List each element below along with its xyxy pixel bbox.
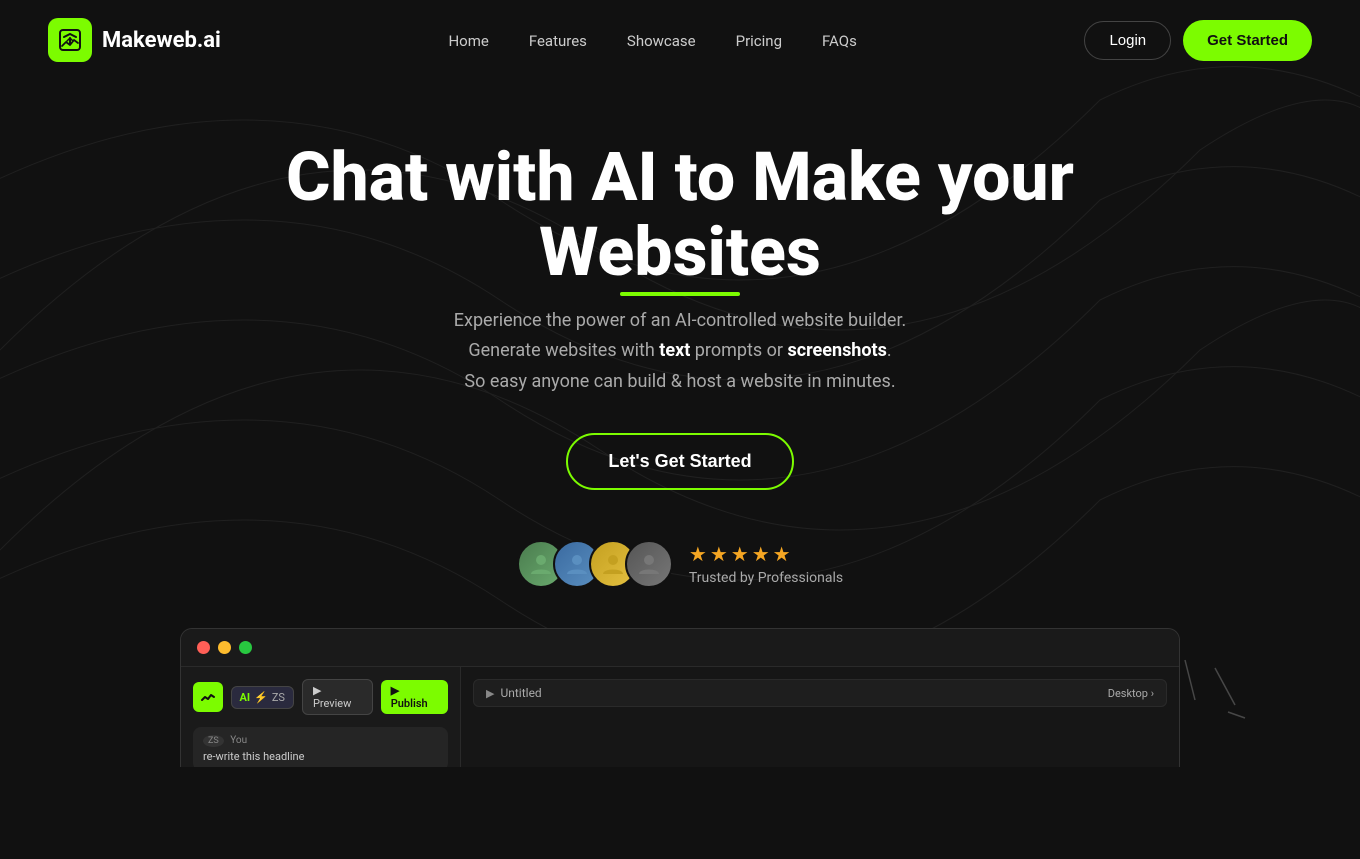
play-icon: ▶ <box>486 687 494 700</box>
traffic-light-green <box>239 641 252 654</box>
bolt-icon: ⚡ <box>254 691 268 704</box>
app-titlebar <box>181 629 1179 667</box>
nav-faqs[interactable]: FAQs <box>822 32 857 50</box>
hero-title-highlight: Websites <box>539 215 821 290</box>
main-bar-desktop: Desktop › <box>1108 687 1154 700</box>
nav-pricing[interactable]: Pricing <box>736 32 782 50</box>
app-main-bar: ▶ Untitled Desktop › <box>473 679 1167 707</box>
publish-btn[interactable]: ▶ Publish <box>381 680 448 714</box>
avatar-group <box>517 540 673 588</box>
nav-features[interactable]: Features <box>529 32 587 50</box>
subtitle-line2-post: . <box>887 340 892 361</box>
publish-label: ▶ Publish <box>391 684 438 710</box>
main-bar-title: ▶ Untitled <box>486 686 542 700</box>
nav-showcase[interactable]: Showcase <box>627 32 696 50</box>
app-main: ▶ Untitled Desktop › <box>461 667 1179 767</box>
trusted-text: Trusted by Professionals <box>689 570 843 586</box>
logo-icon <box>48 18 92 62</box>
subtitle-line2-mid: prompts or <box>690 340 787 361</box>
chat-user-label: ZS You <box>203 735 438 746</box>
subtitle-bold-text: text <box>659 340 690 361</box>
star-4: ★ <box>752 542 770 566</box>
avatar-4 <box>625 540 673 588</box>
social-text: ★ ★ ★ ★ ★ Trusted by Professionals <box>689 542 843 586</box>
nav-links: Home Features Showcase Pricing FAQs <box>448 31 856 50</box>
hero-section: Chat with AI to Make your Websites Exper… <box>0 80 1360 628</box>
avatar-img-4 <box>627 542 671 586</box>
nav-actions: Login Get Started <box>1084 20 1312 61</box>
navbar: Makeweb.ai Home Features Showcase Pricin… <box>0 0 1360 80</box>
brand-name: Makeweb.ai <box>102 28 221 53</box>
sidebar-logo-btn <box>193 682 223 712</box>
hero-subtitle: Experience the power of an AI-controlled… <box>454 306 906 398</box>
preview-btn[interactable]: ▶ Preview <box>302 679 373 715</box>
app-toolbar: AI ⚡ ZS ▶ Preview ▶ Publish <box>193 679 448 715</box>
hero-title: Chat with AI to Make your Websites <box>230 140 1130 290</box>
hero-title-text: Chat with AI to Make your <box>286 137 1074 217</box>
app-sidebar: AI ⚡ ZS ▶ Preview ▶ Publish ZS <box>181 667 461 767</box>
star-rating: ★ ★ ★ ★ ★ <box>689 542 791 566</box>
star-5: ★ <box>773 542 791 566</box>
zs-label: ZS <box>272 691 285 704</box>
chat-message-text: re-write this headline <box>203 750 438 763</box>
subtitle-bold-screenshots: screenshots <box>787 340 886 361</box>
star-2: ★ <box>710 542 728 566</box>
nav-home[interactable]: Home <box>448 32 488 50</box>
social-proof: ★ ★ ★ ★ ★ Trusted by Professionals <box>517 540 843 588</box>
traffic-light-yellow <box>218 641 231 654</box>
subtitle-line1: Experience the power of an AI-controlled… <box>454 310 906 331</box>
subtitle-line2-pre: Generate websites with <box>468 340 659 361</box>
star-1: ★ <box>689 542 707 566</box>
app-content: AI ⚡ ZS ▶ Preview ▶ Publish ZS <box>181 667 1179 767</box>
chat-message: ZS You re-write this headline <box>193 727 448 767</box>
ai-label: AI <box>240 691 251 704</box>
traffic-light-red <box>197 641 210 654</box>
brand-logo[interactable]: Makeweb.ai <box>48 18 221 62</box>
preview-label: ▶ Preview <box>313 684 362 710</box>
login-button[interactable]: Login <box>1084 21 1171 60</box>
subtitle-line3: So easy anyone can build & host a websit… <box>464 371 895 392</box>
hero-cta-button[interactable]: Let's Get Started <box>566 433 793 490</box>
app-preview: AI ⚡ ZS ▶ Preview ▶ Publish ZS <box>180 628 1180 767</box>
get-started-button[interactable]: Get Started <box>1183 20 1312 61</box>
star-3: ★ <box>731 542 749 566</box>
ai-badge: AI ⚡ ZS <box>231 686 294 709</box>
